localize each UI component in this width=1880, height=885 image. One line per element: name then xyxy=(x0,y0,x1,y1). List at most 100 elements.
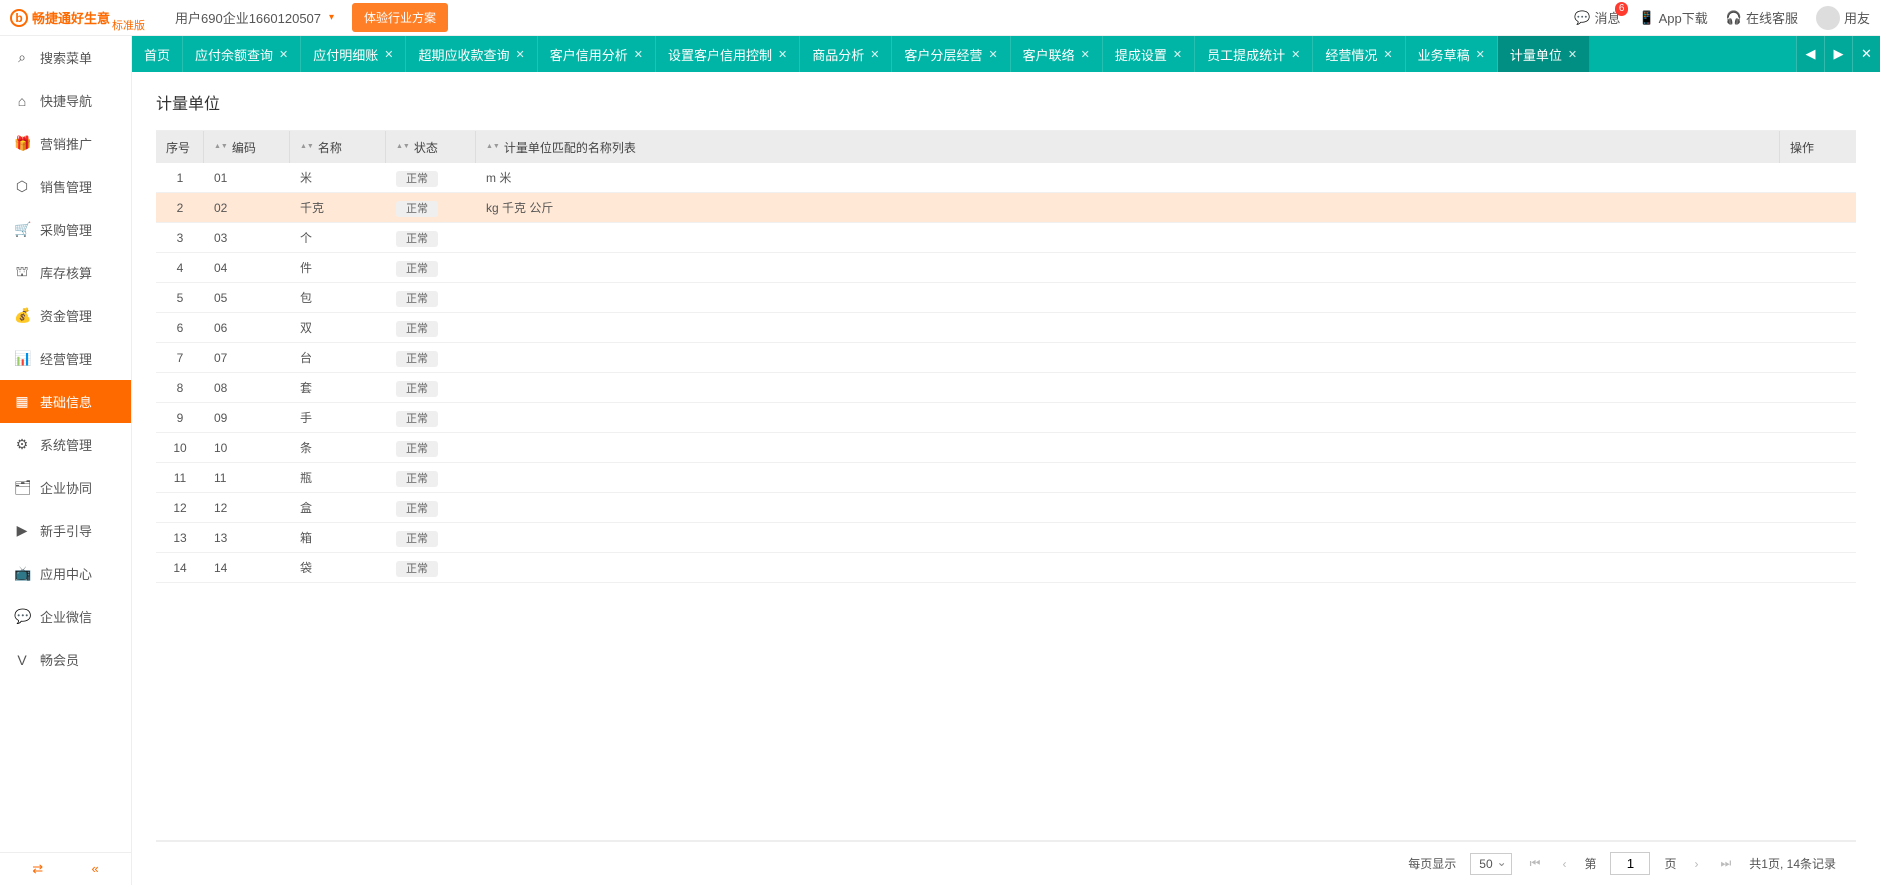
tab-label: 应付余额查询 xyxy=(195,45,273,64)
tab[interactable]: 应付余额查询 ✕ xyxy=(183,36,301,72)
col-status[interactable]: ▲▼状态 xyxy=(386,131,476,163)
per-page-select[interactable]: 50 xyxy=(1470,853,1511,875)
close-icon[interactable]: ✕ xyxy=(1383,48,1392,61)
close-icon[interactable]: ✕ xyxy=(1173,48,1182,61)
trial-button[interactable]: 体验行业方案 xyxy=(352,3,448,32)
close-icon[interactable]: ✕ xyxy=(1081,48,1090,61)
col-code[interactable]: ▲▼编码 xyxy=(204,131,290,163)
sidebar-item[interactable]: ⚙系统管理 xyxy=(0,423,131,466)
tab-close-all[interactable]: ✕ xyxy=(1852,36,1880,72)
sidebar-item[interactable]: 🛒采购管理 xyxy=(0,208,131,251)
sidebar-item[interactable]: ▦基础信息 xyxy=(0,380,131,423)
last-page-button[interactable]: ⏭ xyxy=(1716,856,1735,871)
messages-button[interactable]: 💬 消息 6 xyxy=(1574,8,1620,27)
logo: b 畅捷通好生意 xyxy=(10,8,110,27)
prev-page-button[interactable]: ‹ xyxy=(1558,857,1570,871)
sidebar-action-icon[interactable]: ⇄ xyxy=(32,861,43,877)
close-icon[interactable]: ✕ xyxy=(988,48,997,61)
sidebar-item[interactable]: V畅会员 xyxy=(0,638,131,681)
sidebar-item[interactable]: 🎁营销推广 xyxy=(0,122,131,165)
sidebar-item[interactable]: ⌂快捷导航 xyxy=(0,79,131,122)
tab[interactable]: 首页 xyxy=(132,36,183,72)
table-row[interactable]: 1111瓶正常 xyxy=(156,463,1856,493)
col-alias[interactable]: ▲▼计量单位匹配的名称列表 xyxy=(476,131,1780,163)
org-selector[interactable]: 用户690企业1660120507 ▾ xyxy=(175,8,334,27)
close-icon[interactable]: ✕ xyxy=(634,48,643,61)
table-row[interactable]: 1212盒正常 xyxy=(156,493,1856,523)
tab[interactable]: 客户分层经营✕ xyxy=(892,36,1010,72)
online-service-button[interactable]: 🎧 在线客服 xyxy=(1726,8,1798,27)
close-icon[interactable]: ✕ xyxy=(1291,48,1300,61)
tab[interactable]: 应付明细账✕ xyxy=(301,36,406,72)
tab[interactable]: 设置客户信用控制✕ xyxy=(656,36,800,72)
tab-scroll-right[interactable]: ▶ xyxy=(1824,36,1852,72)
tab[interactable]: 提成设置✕ xyxy=(1103,36,1195,72)
col-name[interactable]: ▲▼名称 xyxy=(290,131,386,163)
cell-name: 瓶 xyxy=(290,469,386,486)
sidebar-icon: 🗂 xyxy=(14,479,30,496)
tab[interactable]: 超期应收款查询✕ xyxy=(406,36,537,72)
sort-icon: ▲▼ xyxy=(396,144,410,150)
tab-label: 商品分析 xyxy=(812,45,864,64)
tab-label: 计量单位 xyxy=(1510,45,1562,64)
cell-status: 正常 xyxy=(386,410,476,426)
close-icon[interactable]: ✕ xyxy=(516,48,525,61)
close-icon[interactable]: ✕ xyxy=(870,48,879,61)
table-row[interactable]: 505包正常 xyxy=(156,283,1856,313)
tab[interactable]: 客户联络✕ xyxy=(1011,36,1103,72)
table-row[interactable]: 606双正常 xyxy=(156,313,1856,343)
tab[interactable]: 客户信用分析✕ xyxy=(538,36,656,72)
page-prefix: 第 xyxy=(1584,855,1596,872)
sidebar-item[interactable]: 💬企业微信 xyxy=(0,595,131,638)
table-row[interactable]: 101米正常m 米 xyxy=(156,163,1856,193)
sidebar-label: 应用中心 xyxy=(40,564,92,583)
sidebar-item[interactable]: 🗂 企业协同 xyxy=(0,466,131,509)
close-icon[interactable]: ✕ xyxy=(384,48,393,61)
table-row[interactable]: 707台正常 xyxy=(156,343,1856,373)
cell-code: 02 xyxy=(204,201,290,215)
sidebar-label: 搜索菜单 xyxy=(40,48,92,67)
tab[interactable]: 员工提成统计✕ xyxy=(1195,36,1313,72)
page-input[interactable] xyxy=(1610,852,1650,875)
tab[interactable]: 商品分析 ✕ xyxy=(800,36,892,72)
sidebar-item[interactable]: 📊经营管理 xyxy=(0,337,131,380)
sidebar-icon: 🛒 xyxy=(14,221,30,238)
first-page-button[interactable]: ⏮ xyxy=(1526,856,1545,871)
app-download-button[interactable]: 📱 App下载 xyxy=(1638,8,1707,27)
sidebar: ⌕搜索菜单⌂快捷导航🎁营销推广⬡销售管理🛒采购管理⛫库存核算💰资金管理📊经营管理… xyxy=(0,36,132,885)
sidebar-item[interactable]: 💰资金管理 xyxy=(0,294,131,337)
sidebar-item[interactable]: ⬡销售管理 xyxy=(0,165,131,208)
close-icon[interactable]: ✕ xyxy=(1476,48,1485,61)
tab[interactable]: 经营情况✕ xyxy=(1313,36,1405,72)
cell-name: 条 xyxy=(290,439,386,456)
cell-index: 10 xyxy=(156,441,204,455)
table-row[interactable]: 909手正常 xyxy=(156,403,1856,433)
close-icon[interactable]: ✕ xyxy=(778,48,787,61)
close-icon[interactable]: ✕ xyxy=(279,48,288,61)
tab[interactable]: 计量单位 ✕ xyxy=(1498,36,1590,72)
status-badge: 正常 xyxy=(396,171,438,187)
sort-icon: ▲▼ xyxy=(300,144,314,150)
user-menu[interactable]: 用友 xyxy=(1816,6,1870,30)
close-icon[interactable]: ✕ xyxy=(1568,48,1577,61)
sidebar-label: 企业协同 xyxy=(40,478,92,497)
tab-scroll-left[interactable]: ◀ xyxy=(1796,36,1824,72)
table-row[interactable]: 1414袋正常 xyxy=(156,553,1856,583)
chevron-down-icon: ▾ xyxy=(329,12,334,23)
table-row[interactable]: 1313箱正常 xyxy=(156,523,1856,553)
sidebar-item[interactable]: ⌕搜索菜单 xyxy=(0,36,131,79)
table-row[interactable]: 1010条正常 xyxy=(156,433,1856,463)
sidebar-item[interactable]: ⛫库存核算 xyxy=(0,251,131,294)
table-row[interactable]: 404件正常 xyxy=(156,253,1856,283)
table-row[interactable]: 808套正常 xyxy=(156,373,1856,403)
cell-status: 正常 xyxy=(386,230,476,246)
cell-name: 件 xyxy=(290,259,386,276)
sidebar-item[interactable]: 📺应用中心 xyxy=(0,552,131,595)
sidebar-item[interactable]: ▶新手引导 xyxy=(0,509,131,552)
tab[interactable]: 业务草稿✕ xyxy=(1406,36,1498,72)
sidebar-collapse-icon[interactable]: « xyxy=(92,861,99,877)
table-row[interactable]: 303个正常 xyxy=(156,223,1856,253)
col-index[interactable]: 序号 xyxy=(156,131,204,163)
table-row[interactable]: 202千克正常kg 千克 公斤 xyxy=(156,193,1856,223)
next-page-button[interactable]: › xyxy=(1690,857,1702,871)
